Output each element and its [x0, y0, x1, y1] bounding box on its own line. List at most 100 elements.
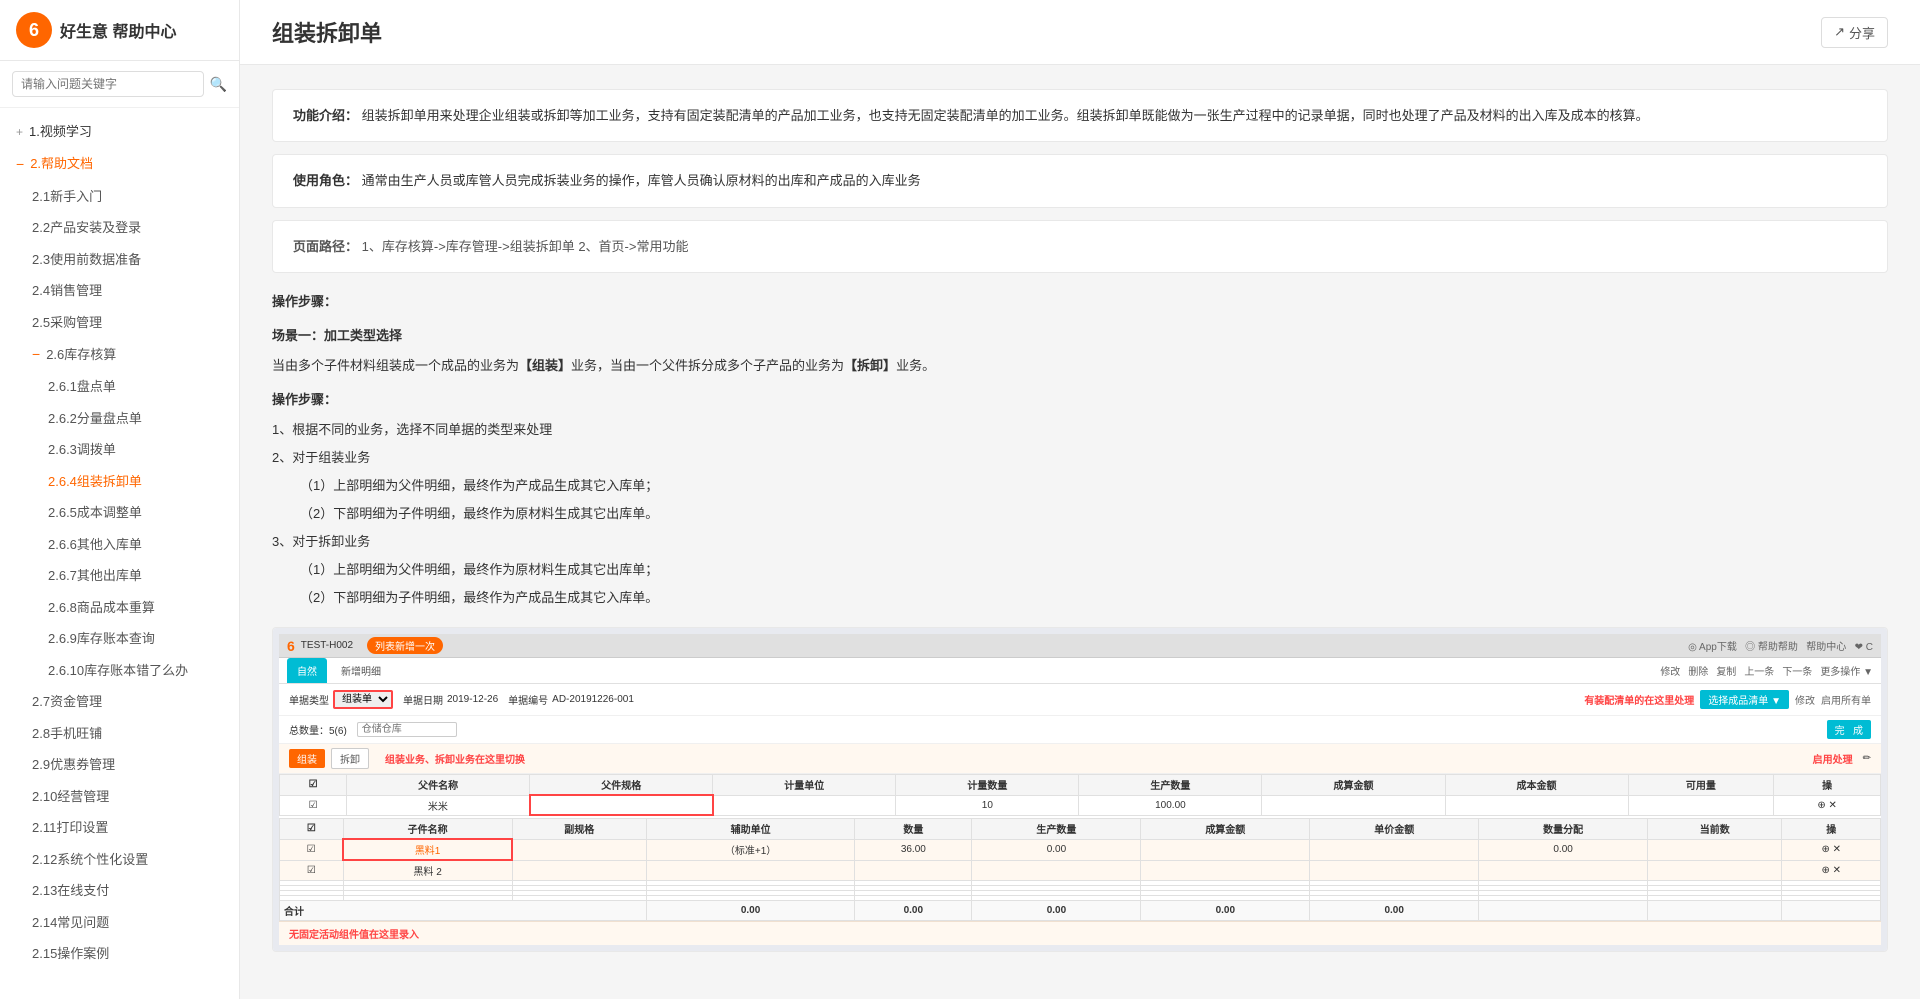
- share-button[interactable]: ↗ 分享: [1821, 17, 1888, 48]
- mock-edit-btn[interactable]: 修改: [1660, 663, 1680, 678]
- sub-op: 操: [1782, 819, 1881, 840]
- sidebar-item-cost[interactable]: 2.6.5成本调整单: [0, 497, 239, 529]
- row-avail: [1628, 795, 1774, 815]
- steps-list: 1、根据不同的业务，选择不同单据的类型来处理 2、对于组装业务 （1）上部明细为…: [272, 417, 1888, 611]
- sidebar-item-operation[interactable]: 2.10经营管理: [0, 781, 239, 813]
- mock-date-label: 单据日期: [403, 692, 443, 707]
- mock-tab-self[interactable]: 自然: [287, 658, 327, 683]
- mock-copy-btn[interactable]: 复制: [1716, 663, 1736, 678]
- sidebar-item-coupon[interactable]: 2.9优惠券管理: [0, 749, 239, 781]
- sidebar-item-stock-error[interactable]: 2.6.10库存账本错了么办: [0, 655, 239, 687]
- intro-text: 组装拆卸单用来处理企业组装或拆卸等加工业务，支持有固定装配清单的产品加工业务，也…: [362, 108, 1649, 123]
- row-op[interactable]: ⊕ ✕: [1774, 795, 1881, 815]
- sidebar-item-custom[interactable]: 2.12系统个性化设置: [0, 844, 239, 876]
- sub-alloc: 数量分配: [1479, 819, 1648, 840]
- mock-action2[interactable]: 修改: [1795, 692, 1815, 707]
- mock-more-btn[interactable]: 更多操作 ▼: [1820, 663, 1873, 678]
- mock-child-table-container: ☑ 子件名称 副规格 辅助单位 数量 生产数量 成算金额 单价金额 数量分配: [279, 818, 1881, 921]
- sidebar-item-other-out[interactable]: 2.6.7其他出库单: [0, 560, 239, 592]
- mock-type-select[interactable]: 组装单 拆卸单: [333, 690, 393, 709]
- sidebar-item-inventory[interactable]: − 2.6库存核算: [0, 338, 239, 371]
- steps-title: 操作步骤：: [272, 289, 1888, 315]
- mock-field-date: 单据日期 2019-12-26: [403, 692, 498, 707]
- sidebar-item-partcount[interactable]: 2.6.2分量盘点单: [0, 403, 239, 435]
- sidebar-item-assembly[interactable]: 2.6.4组装拆卸单: [0, 466, 239, 498]
- sidebar-item-adjust[interactable]: 2.6.3调拨单: [0, 434, 239, 466]
- sidebar-item-other-in[interactable]: 2.6.6其他入库单: [0, 529, 239, 561]
- mock-date-value: 2019-12-26: [447, 694, 498, 705]
- mock-titlebar: 6 TEST-H002 列表新增一次 ◎ App下载 ◎ 帮助帮助 帮助中心 ❤…: [279, 634, 1881, 658]
- sidebar-item-install[interactable]: 2.2产品安装及登录: [0, 212, 239, 244]
- sidebar-item-purchase[interactable]: 2.5采购管理: [0, 307, 239, 339]
- intro-block: 功能介绍： 组装拆卸单用来处理企业组装或拆卸等加工业务，支持有固定装配清单的产品…: [272, 89, 1888, 142]
- sidebar-item-docs[interactable]: − 2.帮助文档: [0, 148, 239, 181]
- sidebar-item-count[interactable]: 2.6.1盘点单: [0, 371, 239, 403]
- row-parent-spec: [530, 795, 713, 815]
- mock-next-btn[interactable]: 下一条: [1782, 663, 1812, 678]
- col-unit: 计量单位: [713, 775, 896, 796]
- mock-parent-table: ☑ 父件名称 父件规格 计量单位 计量数量 生产数量 成算金额 成本金额 可用量: [279, 774, 1881, 816]
- scene-title: 场景一：加工类型选择: [272, 323, 1888, 349]
- sidebar-item-mobile[interactable]: 2.8手机旺铺: [0, 718, 239, 750]
- sidebar-header: 6 好生意 帮助中心: [0, 0, 239, 61]
- step-2: 2、对于组装业务: [272, 445, 1888, 471]
- sub-unit: 辅助单位: [646, 819, 854, 840]
- mock-action3[interactable]: 启用所有单: [1821, 692, 1871, 707]
- mock-btn-new[interactable]: 列表新增一次: [367, 637, 443, 654]
- search-box[interactable]: 🔍: [0, 61, 239, 108]
- mock-type-tabs: 组装 拆卸 组装业务、拆卸业务在这里切换 启用处理 ✏: [279, 744, 1881, 774]
- sidebar-item-stock-query[interactable]: 2.6.9库存账本查询: [0, 623, 239, 655]
- col-avail: 可用量: [1628, 775, 1774, 796]
- mock-field-type: 单据类型 组装单 拆卸单: [289, 690, 393, 709]
- sidebar-item-finance[interactable]: 2.7资金管理: [0, 686, 239, 718]
- mock-tab-disassemble[interactable]: 拆卸: [331, 748, 369, 769]
- row-parent-name: 米米: [347, 795, 530, 815]
- mock-edit-icon[interactable]: ✏: [1863, 753, 1871, 764]
- mock-child-table: ☑ 子件名称 副规格 辅助单位 数量 生产数量 成算金额 单价金额 数量分配: [279, 818, 1881, 921]
- intro-label: 功能介绍：: [293, 108, 358, 123]
- sub-unit-price: 单价金额: [1310, 819, 1479, 840]
- sidebar-item-sales[interactable]: 2.4销售管理: [0, 275, 239, 307]
- mock-type-label: 单据类型: [289, 692, 329, 707]
- scene-desc: 当由多个子件材料组装成一个成品的业务为【组装】业务，当由一个父件拆分成多个子产品…: [272, 353, 1888, 379]
- sidebar-item-faq[interactable]: 2.14常见问题: [0, 907, 239, 939]
- mock-bom-annotation: 有装配清单的在这里处理: [1584, 692, 1694, 707]
- nav-tree: + 1.视频学习 − 2.帮助文档 2.1新手入门 2.2产品安装及登录 2.3…: [0, 108, 239, 999]
- mock-tab-new[interactable]: 新增明细: [331, 658, 391, 683]
- sub-check: ☑: [280, 819, 344, 840]
- collapse-icon-inventory: −: [32, 344, 40, 365]
- sidebar-item-online[interactable]: 2.13在线支付: [0, 875, 239, 907]
- mock-form-area: 单据类型 组装单 拆卸单 单据日期 2019-12-26 单据编号: [279, 684, 1881, 716]
- sidebar-item-data[interactable]: 2.3使用前数据准备: [0, 244, 239, 276]
- mock-confirm-btn[interactable]: 完 成: [1827, 720, 1871, 739]
- table-row: ☑ 米米 10 100.00 ⊕ ✕: [280, 795, 1881, 815]
- sub-calc-amt: 成算金额: [1141, 819, 1310, 840]
- mock-no-value: AD-20191226-001: [552, 694, 634, 705]
- search-icon[interactable]: 🔍: [210, 76, 227, 93]
- sidebar-item-video[interactable]: + 1.视频学习: [0, 116, 239, 148]
- sidebar-item-goods-cost[interactable]: 2.6.8商品成本重算: [0, 592, 239, 624]
- path-block: 页面路径： 1、库存核算->库存管理->组装拆卸单 2、首页->常用功能: [272, 220, 1888, 273]
- sidebar-item-cases[interactable]: 2.15操作案例: [0, 938, 239, 970]
- mock-nav-right: 修改 删除 复制 上一条 下一条 更多操作 ▼: [1660, 663, 1873, 678]
- row-check[interactable]: ☑: [280, 795, 347, 815]
- content-area: 功能介绍： 组装拆卸单用来处理企业组装或拆卸等加工业务，支持有固定装配清单的产品…: [240, 65, 1920, 999]
- sub-qty: 数量: [855, 819, 972, 840]
- mock-tab-assemble[interactable]: 组装: [289, 749, 325, 768]
- app-logo-icon: 6: [287, 638, 295, 654]
- step-2-2: （2）下部明细为子件明细，最终作为原材料生成其它出库单。: [300, 501, 1888, 527]
- mock-prev-btn[interactable]: 上一条: [1744, 663, 1774, 678]
- sub-name: 子件名称: [343, 819, 512, 840]
- mock-choose-btn[interactable]: 选择成品清单 ▼: [1700, 690, 1789, 709]
- mock-nav: 自然 新增明细 修改 删除 复制 上一条 下一条 更多操作 ▼: [279, 658, 1881, 684]
- mock-delete-btn[interactable]: 删除: [1688, 663, 1708, 678]
- search-input[interactable]: [12, 71, 204, 97]
- logo-text: 好生意 帮助中心: [60, 18, 176, 42]
- sidebar-item-new[interactable]: 2.1新手入门: [0, 181, 239, 213]
- mock-app-window: 6 TEST-H002 列表新增一次 ◎ App下载 ◎ 帮助帮助 帮助中心 ❤…: [279, 634, 1881, 945]
- steps-label: 操作步骤：: [272, 387, 1888, 413]
- mock-nobom-annotation-row: 无固定活动组件值在这里录入: [279, 921, 1881, 945]
- sub-row-1: ☑ 黑料1 （标准+1） 36.00 0.00 0.00: [280, 839, 1881, 860]
- sidebar-item-print[interactable]: 2.11打印设置: [0, 812, 239, 844]
- mock-warehouse-input[interactable]: [357, 722, 457, 737]
